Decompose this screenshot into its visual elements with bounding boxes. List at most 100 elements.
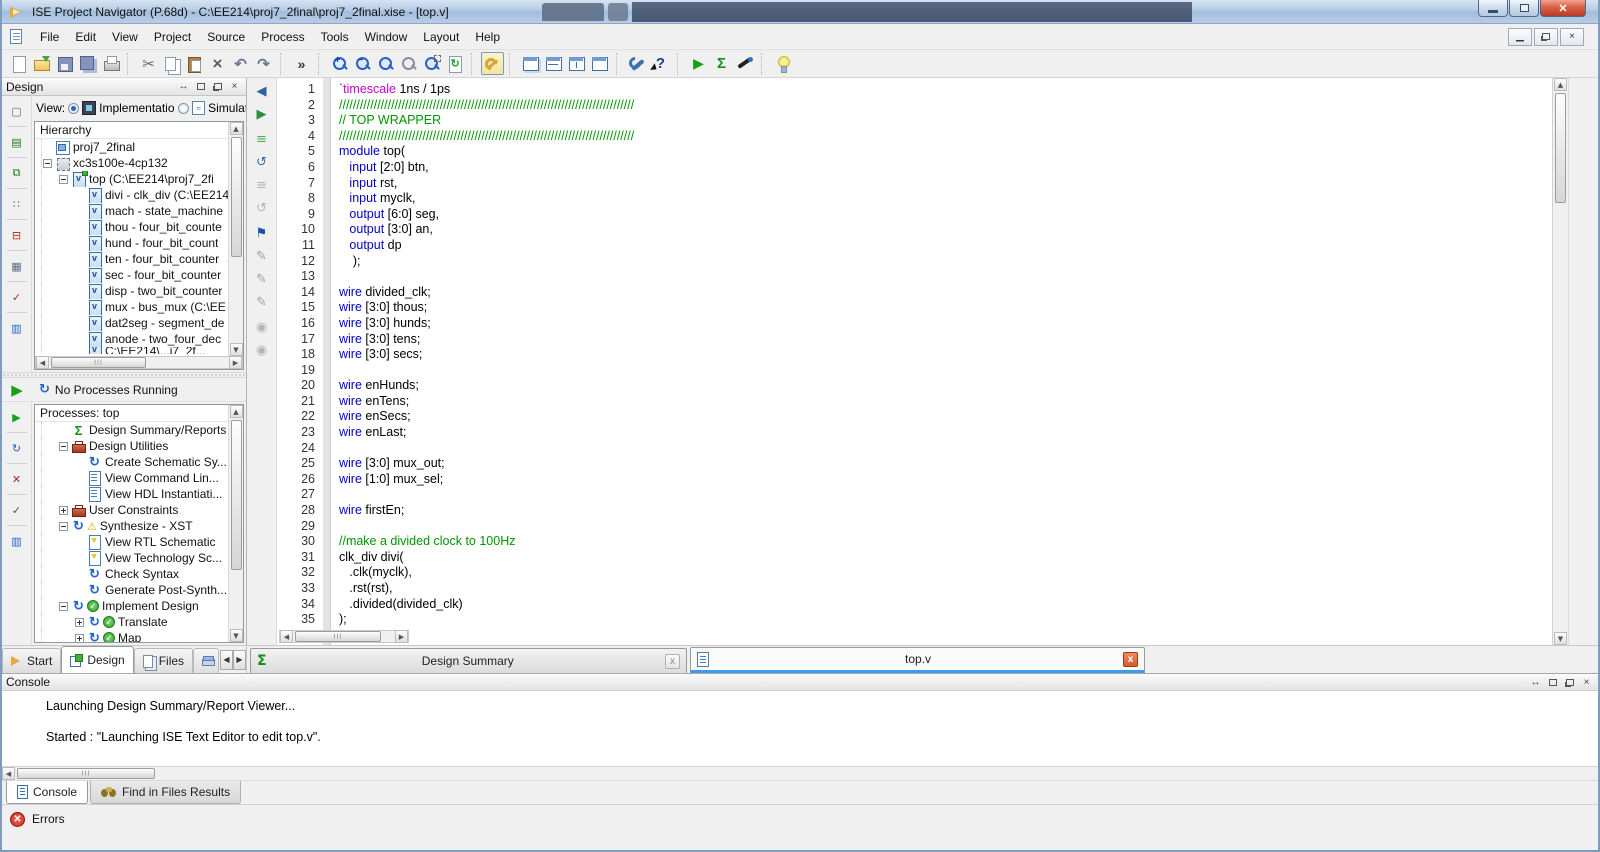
scroll-up-icon[interactable]: ▲ — [1554, 78, 1567, 91]
restore-button[interactable] — [1509, 0, 1539, 17]
save-all-button[interactable] — [76, 52, 99, 75]
process-item[interactable]: User Constraints — [35, 502, 228, 518]
tabs-scroll-left-icon[interactable]: ◀ — [220, 649, 233, 670]
lightbulb-button[interactable] — [771, 52, 794, 75]
process-item[interactable]: Design Summary/Reports — [35, 422, 228, 438]
panel-close-icon[interactable]: × — [227, 80, 242, 93]
tab-files[interactable]: Files — [133, 648, 194, 673]
scroll-thumb[interactable] — [230, 420, 242, 570]
paste-button[interactable] — [183, 52, 206, 75]
nav-back-button[interactable]: ◉ — [250, 317, 274, 338]
undo-button[interactable] — [229, 52, 252, 75]
zoom-full-button[interactable] — [374, 52, 397, 75]
process-item[interactable]: View Technology Sc... — [35, 550, 228, 566]
clear-marker-3-button[interactable]: ✎ — [250, 292, 274, 313]
clear-marker-2-button[interactable]: ✎ — [250, 269, 274, 290]
processes-vscrollbar[interactable]: ▲ ▼ — [228, 405, 243, 642]
menu-help[interactable]: Help — [467, 26, 508, 48]
analyze-button[interactable] — [733, 52, 756, 75]
menu-edit[interactable]: Edit — [67, 26, 104, 48]
scroll-left-icon[interactable]: ◀ — [2, 767, 15, 780]
process-item[interactable]: View RTL Schematic — [35, 534, 228, 550]
scroll-thumb[interactable] — [230, 137, 242, 257]
delete-button[interactable] — [206, 52, 229, 75]
mdi-minimize-button[interactable]: ▁ — [1508, 27, 1532, 46]
zoom-out-button[interactable]: − — [351, 52, 374, 75]
tab-start[interactable]: Start — [2, 648, 62, 673]
new-source-button[interactable]: ▢ — [5, 100, 29, 122]
scroll-thumb[interactable]: III — [51, 357, 146, 368]
process-item[interactable]: ⚠Synthesize - XST — [35, 518, 228, 534]
doc-check-button[interactable]: ✓ — [5, 286, 29, 308]
run-button[interactable] — [687, 52, 710, 75]
force-process-button[interactable]: ✓ — [5, 499, 29, 521]
hierarchy-item[interactable]: mach - state_machine — [35, 203, 228, 219]
process-item[interactable]: Check Syntax — [35, 566, 228, 582]
panel-float-icon[interactable] — [210, 80, 225, 93]
hierarchy-item[interactable]: xc3s100e-4cp132 — [35, 155, 228, 171]
menu-file[interactable]: File — [32, 26, 67, 48]
tab-libraries[interactable]: Libraries — [193, 648, 220, 673]
undo-lines-disabled-button[interactable]: ↺ — [250, 198, 274, 219]
process-item[interactable]: View HDL Instantiati... — [35, 486, 228, 502]
run-process-button[interactable]: ▶ — [5, 406, 29, 428]
doc-tab-design-summary[interactable]: Σ Design Summary x — [250, 648, 687, 673]
scroll-thumb[interactable] — [1555, 93, 1566, 203]
win-float-button[interactable] — [588, 52, 611, 75]
implementation-radio[interactable] — [68, 102, 80, 114]
zoom-in-button[interactable]: + — [328, 52, 351, 75]
console-hscrollbar[interactable]: ◀ III — [2, 767, 1598, 780]
hierarchy-item[interactable]: ten - four_bit_counter — [35, 251, 228, 267]
hierarchy-item[interactable]: dat2seg - segment_de — [35, 315, 228, 331]
zoom-region-button[interactable] — [420, 52, 443, 75]
show-lines-button[interactable]: ≡ — [250, 129, 274, 150]
redo-button[interactable] — [252, 52, 275, 75]
console-float-icon[interactable] — [1562, 676, 1577, 689]
menu-view[interactable]: View — [104, 26, 146, 48]
scroll-down-icon[interactable]: ▼ — [229, 343, 243, 356]
code-pane[interactable]: `timescale 1ns / 1ps////////////////////… — [331, 78, 1552, 645]
scroll-thumb[interactable]: III — [17, 768, 155, 779]
scroll-down-icon[interactable]: ▼ — [229, 629, 243, 642]
editor-hscrollbar[interactable]: ◀ III ▶ — [279, 630, 409, 643]
process-item[interactable]: ✓Map — [35, 630, 228, 642]
code-editor[interactable]: 1 2 3 4 5 6 7 8 9 10 11 12 13 14 15 16 17 18 19 20 21 22 23 24 2… — [277, 78, 1552, 645]
simulation-label[interactable]: Simulation — [208, 101, 246, 115]
scroll-right-icon[interactable]: ▶ — [229, 356, 242, 369]
run-process-button[interactable]: ▶ — [5, 380, 29, 400]
cut-button[interactable] — [137, 52, 160, 75]
scroll-up-icon[interactable]: ▲ — [229, 405, 243, 418]
toggle-columns-button[interactable]: ▥ — [5, 317, 29, 339]
toolbox-pref-button[interactable] — [481, 52, 504, 75]
hierarchy-item[interactable]: disp - two_bit_counter — [35, 283, 228, 299]
console-output[interactable]: Launching Design Summary/Report Viewer..… — [2, 691, 1598, 767]
minimize-button[interactable] — [1478, 0, 1508, 17]
design-relations-button[interactable]: ∷ — [5, 193, 29, 215]
nav-next-marker-button[interactable]: ▶ — [250, 104, 274, 125]
copy-button[interactable] — [160, 52, 183, 75]
collapse-icon[interactable] — [43, 158, 52, 168]
console-maximize-icon[interactable] — [1545, 676, 1560, 689]
bookmark-flag-button[interactable]: ⚑ — [250, 223, 274, 244]
hierarchy-item[interactable]: anode - two_four_dec — [35, 331, 228, 347]
hierarchy-item[interactable]: divi - clk_div (C:\EE214 — [35, 187, 228, 203]
process-item[interactable]: Design Utilities — [35, 438, 228, 454]
hierarchy-item[interactable]: mux - bus_mux (C:\EE — [35, 299, 228, 315]
remove-source-button[interactable]: ⊟ — [5, 224, 29, 246]
menu-window[interactable]: Window — [357, 26, 416, 48]
hierarchy-item[interactable]: C:\EE214\...j7_2f... — [35, 347, 228, 354]
hierarchy-vscrollbar[interactable]: ▲ ▼ — [228, 122, 243, 356]
close-tab-icon[interactable]: x — [665, 653, 680, 669]
summary-button[interactable] — [710, 52, 733, 75]
process-item[interactable]: ✓Translate — [35, 614, 228, 630]
process-item[interactable]: ✓Implement Design — [35, 598, 228, 614]
editor-vscrollbar[interactable]: ▲ ▼ — [1552, 78, 1568, 645]
add-copy-source-button[interactable]: ⧉ — [5, 162, 29, 184]
open-file-button[interactable] — [30, 52, 53, 75]
undo-lines-button[interactable]: ↺ — [250, 152, 274, 173]
scroll-thumb[interactable]: III — [295, 631, 381, 642]
expand-icon[interactable] — [75, 633, 84, 642]
menu-layout[interactable]: Layout — [415, 26, 467, 48]
menu-tools[interactable]: Tools — [313, 26, 357, 48]
scroll-left-icon[interactable]: ◀ — [280, 630, 293, 643]
